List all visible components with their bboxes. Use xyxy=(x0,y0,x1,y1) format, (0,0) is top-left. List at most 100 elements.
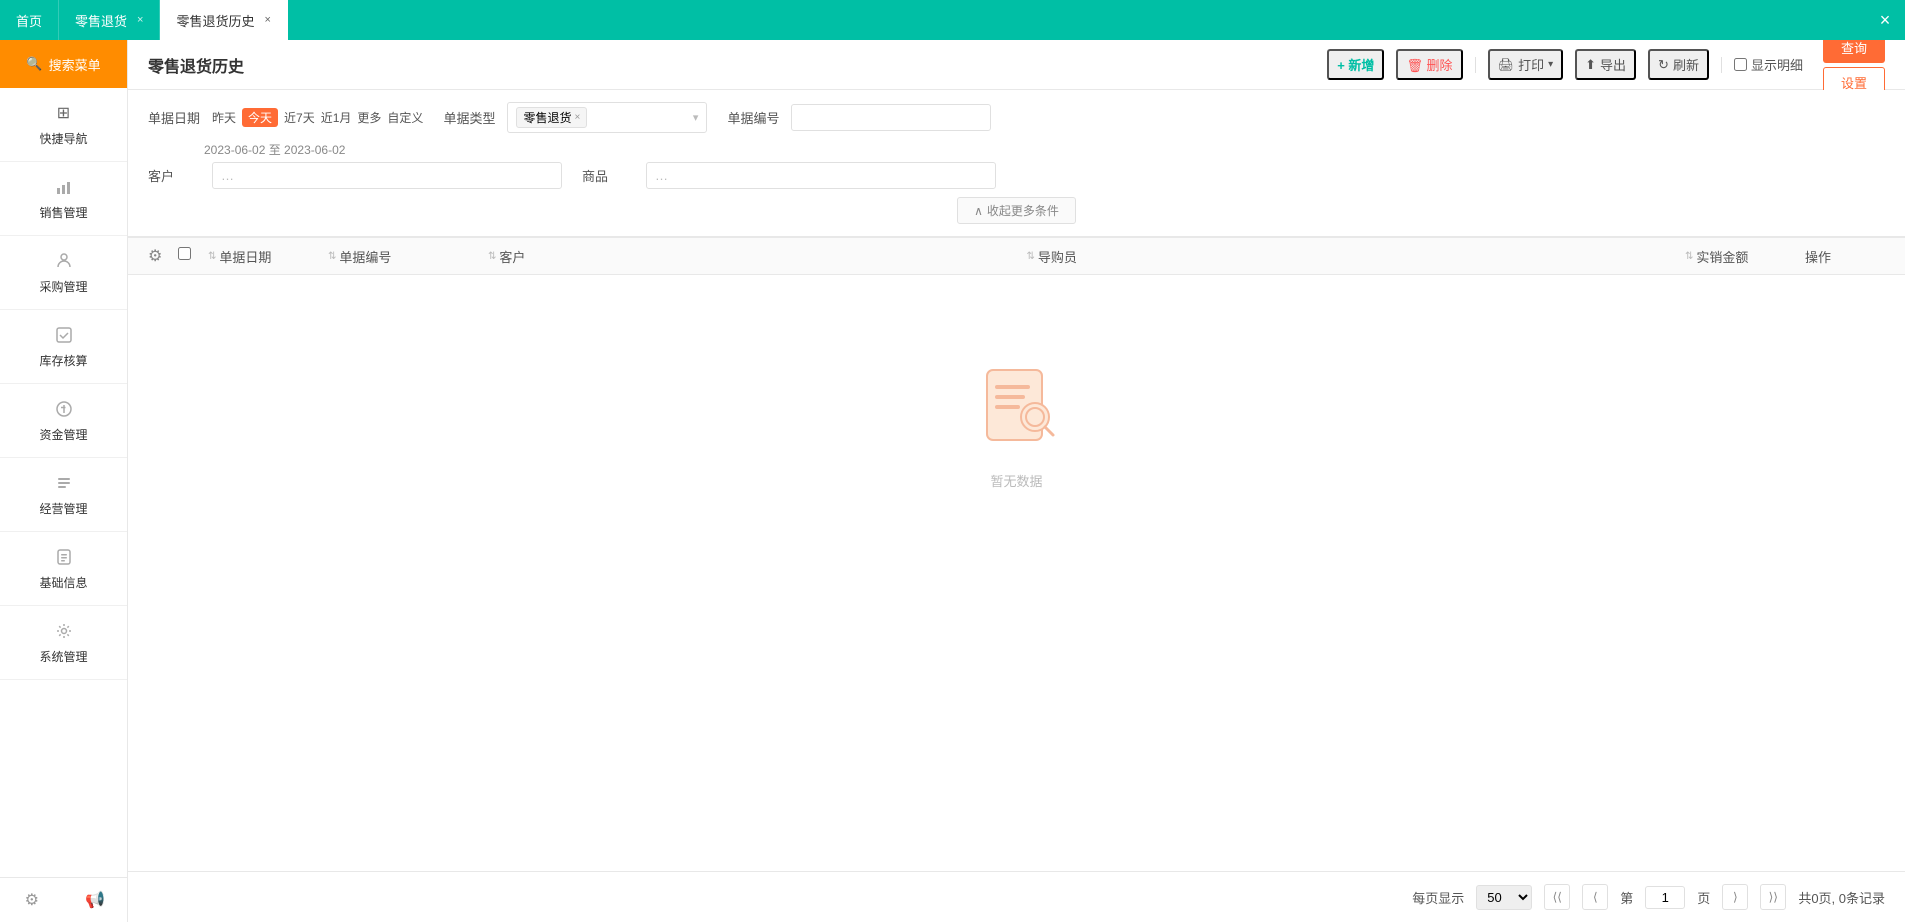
collapse-button[interactable]: ∧ 收起更多条件 xyxy=(957,197,1076,224)
sidebar-bottom: ⚙ 📢 xyxy=(0,877,127,922)
operation-mgmt-icon xyxy=(53,472,75,494)
type-tag-text: 零售退货 xyxy=(523,109,571,126)
goods-placeholder: … xyxy=(655,168,668,183)
col-action-label: 操作 xyxy=(1805,247,1831,266)
last-page-button[interactable]: ⟩⟩ xyxy=(1760,884,1786,910)
delete-button[interactable]: 🗑 删除 xyxy=(1396,49,1462,80)
col-guide-sort-icon: ⇅ xyxy=(1027,251,1035,262)
system-mgmt-icon xyxy=(53,620,75,642)
sidebar-item-inventory-check[interactable]: 库存核算 xyxy=(0,310,127,384)
type-select[interactable]: 零售退货 × ▾ xyxy=(507,102,707,133)
select-all-checkbox[interactable] xyxy=(178,247,191,260)
col-date-sort-icon: ⇅ xyxy=(208,251,216,262)
sidebar-item-fund-mgmt-label: 资金管理 xyxy=(39,426,87,443)
filter-row-date-range: 2023-06-02 至 2023-06-02 xyxy=(148,141,1885,158)
table-settings-icon[interactable]: ⚙ xyxy=(148,246,178,266)
tab-retail-return-label: 零售退货 xyxy=(75,11,127,30)
table-container: ⚙ ⇅ 单据日期 ⇅ 单据编号 ⇅ 客户 ⇅ 导购员 xyxy=(128,237,1905,871)
col-header-date[interactable]: ⇅ 单据日期 xyxy=(208,247,328,266)
refresh-icon: ↻ xyxy=(1658,57,1669,73)
speaker-button[interactable]: 📢 xyxy=(64,878,128,922)
sidebar-item-system-mgmt[interactable]: 系统管理 xyxy=(0,606,127,680)
date-shortcuts: 昨天 今天 近7天 近1月 更多 自定义 xyxy=(212,108,423,127)
col-num-label: 单据编号 xyxy=(339,247,391,266)
shortcut-7days[interactable]: 近7天 xyxy=(284,109,315,126)
type-filter-label: 单据类型 xyxy=(443,108,499,127)
col-header-customer[interactable]: ⇅ 客户 xyxy=(488,247,1027,266)
refresh-label: 刷新 xyxy=(1673,55,1699,74)
type-tag-remove[interactable]: × xyxy=(574,112,580,123)
sidebar-item-fund-mgmt[interactable]: 资金管理 xyxy=(0,384,127,458)
print-button[interactable]: 🖨 打印 ▾ xyxy=(1488,49,1564,80)
main-layout: 🔍 搜索菜单 ⊞ 快捷导航 销售管理 采购管理 库存核算 xyxy=(0,40,1905,922)
sidebar-search[interactable]: 🔍 搜索菜单 xyxy=(0,40,127,88)
date-range-text: 2023-06-02 至 2023-06-02 xyxy=(204,141,345,158)
sidebar: 🔍 搜索菜单 ⊞ 快捷导航 销售管理 采购管理 库存核算 xyxy=(0,40,128,922)
type-tag: 零售退货 × xyxy=(516,107,587,128)
fund-mgmt-icon xyxy=(53,398,75,420)
shortcut-yesterday[interactable]: 昨天 xyxy=(212,109,236,126)
tab-home[interactable]: 首页 xyxy=(0,0,59,40)
shortcut-custom[interactable]: 自定义 xyxy=(387,109,423,126)
purchase-mgmt-icon xyxy=(53,250,75,272)
sidebar-item-operation-mgmt[interactable]: 经营管理 xyxy=(0,458,127,532)
table-header: ⚙ ⇅ 单据日期 ⇅ 单据编号 ⇅ 客户 ⇅ 导购员 xyxy=(128,237,1905,275)
next-page-button[interactable]: ⟩ xyxy=(1722,884,1748,910)
sidebar-item-quick-nav-label: 快捷导航 xyxy=(39,130,87,147)
sales-mgmt-icon xyxy=(53,176,75,198)
shortcut-1month[interactable]: 近1月 xyxy=(321,109,352,126)
inventory-check-icon xyxy=(53,324,75,346)
sidebar-item-sales-mgmt-label: 销售管理 xyxy=(39,204,87,221)
window-close-button[interactable]: × xyxy=(1865,0,1905,40)
tab-retail-return-history-label: 零售退货历史 xyxy=(176,11,254,30)
first-page-button[interactable]: ⟨⟨ xyxy=(1544,884,1570,910)
prev-page-button[interactable]: ⟨ xyxy=(1582,884,1608,910)
goods-filter-label: 商品 xyxy=(582,166,638,185)
shortcut-more[interactable]: 更多 xyxy=(357,109,381,126)
chevron-up-icon: ∧ xyxy=(974,204,983,218)
new-button[interactable]: + 新增 xyxy=(1327,49,1384,80)
number-filter-label: 单据编号 xyxy=(727,108,783,127)
col-num-sort-icon: ⇅ xyxy=(328,251,336,262)
page-number-input[interactable] xyxy=(1645,886,1685,909)
export-button[interactable]: ⬆ 导出 xyxy=(1575,49,1636,80)
col-header-action: 操作 xyxy=(1805,247,1885,266)
print-icon: 🖨 xyxy=(1498,57,1515,73)
per-page-select[interactable]: 50 10 20 100 xyxy=(1476,885,1532,910)
customer-filter-group: 客户 … xyxy=(148,162,562,189)
goods-input[interactable]: … xyxy=(646,162,996,189)
col-date-label: 单据日期 xyxy=(219,247,271,266)
refresh-button[interactable]: ↻ 刷新 xyxy=(1648,49,1709,80)
divider-1 xyxy=(1475,57,1476,73)
sidebar-item-purchase-mgmt[interactable]: 采购管理 xyxy=(0,236,127,310)
date-filter-group: 单据日期 昨天 今天 近7天 近1月 更多 自定义 xyxy=(148,108,423,127)
display-detail-checkbox[interactable]: 显示明细 xyxy=(1734,55,1803,74)
query-button[interactable]: 查询 xyxy=(1823,40,1885,63)
sidebar-item-sales-mgmt[interactable]: 销售管理 xyxy=(0,162,127,236)
content-area: 零售退货历史 + 新增 🗑 删除 🖨 打印 ▾ ⬆ 导出 ↻ 刷新 xyxy=(128,40,1905,922)
divider-2 xyxy=(1721,57,1722,73)
filter-row-1: 单据日期 昨天 今天 近7天 近1月 更多 自定义 单据类型 xyxy=(148,102,1885,133)
sidebar-item-quick-nav[interactable]: ⊞ 快捷导航 xyxy=(0,88,127,162)
col-header-number[interactable]: ⇅ 单据编号 xyxy=(328,247,488,266)
customer-input[interactable]: … xyxy=(212,162,562,189)
empty-illustration xyxy=(967,355,1067,455)
sidebar-item-purchase-mgmt-label: 采购管理 xyxy=(39,278,87,295)
tab-retail-return-history-close[interactable]: × xyxy=(264,14,270,26)
col-guide-label: 导购员 xyxy=(1038,247,1077,266)
basic-info-icon xyxy=(53,546,75,568)
table-select-all[interactable] xyxy=(178,247,208,265)
tab-retail-return-history[interactable]: 零售退货历史 × xyxy=(160,0,287,40)
display-detail-input[interactable] xyxy=(1734,58,1747,71)
export-label: 导出 xyxy=(1600,55,1626,74)
sidebar-item-inventory-check-label: 库存核算 xyxy=(39,352,87,369)
col-header-amount[interactable]: ⇅ 实销金额 xyxy=(1685,247,1805,266)
sidebar-item-basic-info[interactable]: 基础信息 xyxy=(0,532,127,606)
tab-retail-return[interactable]: 零售退货 × xyxy=(59,0,160,40)
number-input[interactable] xyxy=(791,104,991,131)
settings-button[interactable]: ⚙ xyxy=(0,878,64,922)
shortcut-today[interactable]: 今天 xyxy=(242,108,278,127)
tab-retail-return-close[interactable]: × xyxy=(137,14,143,26)
col-header-guide[interactable]: ⇅ 导购员 xyxy=(1027,247,1147,266)
sidebar-item-system-mgmt-label: 系统管理 xyxy=(39,648,87,665)
